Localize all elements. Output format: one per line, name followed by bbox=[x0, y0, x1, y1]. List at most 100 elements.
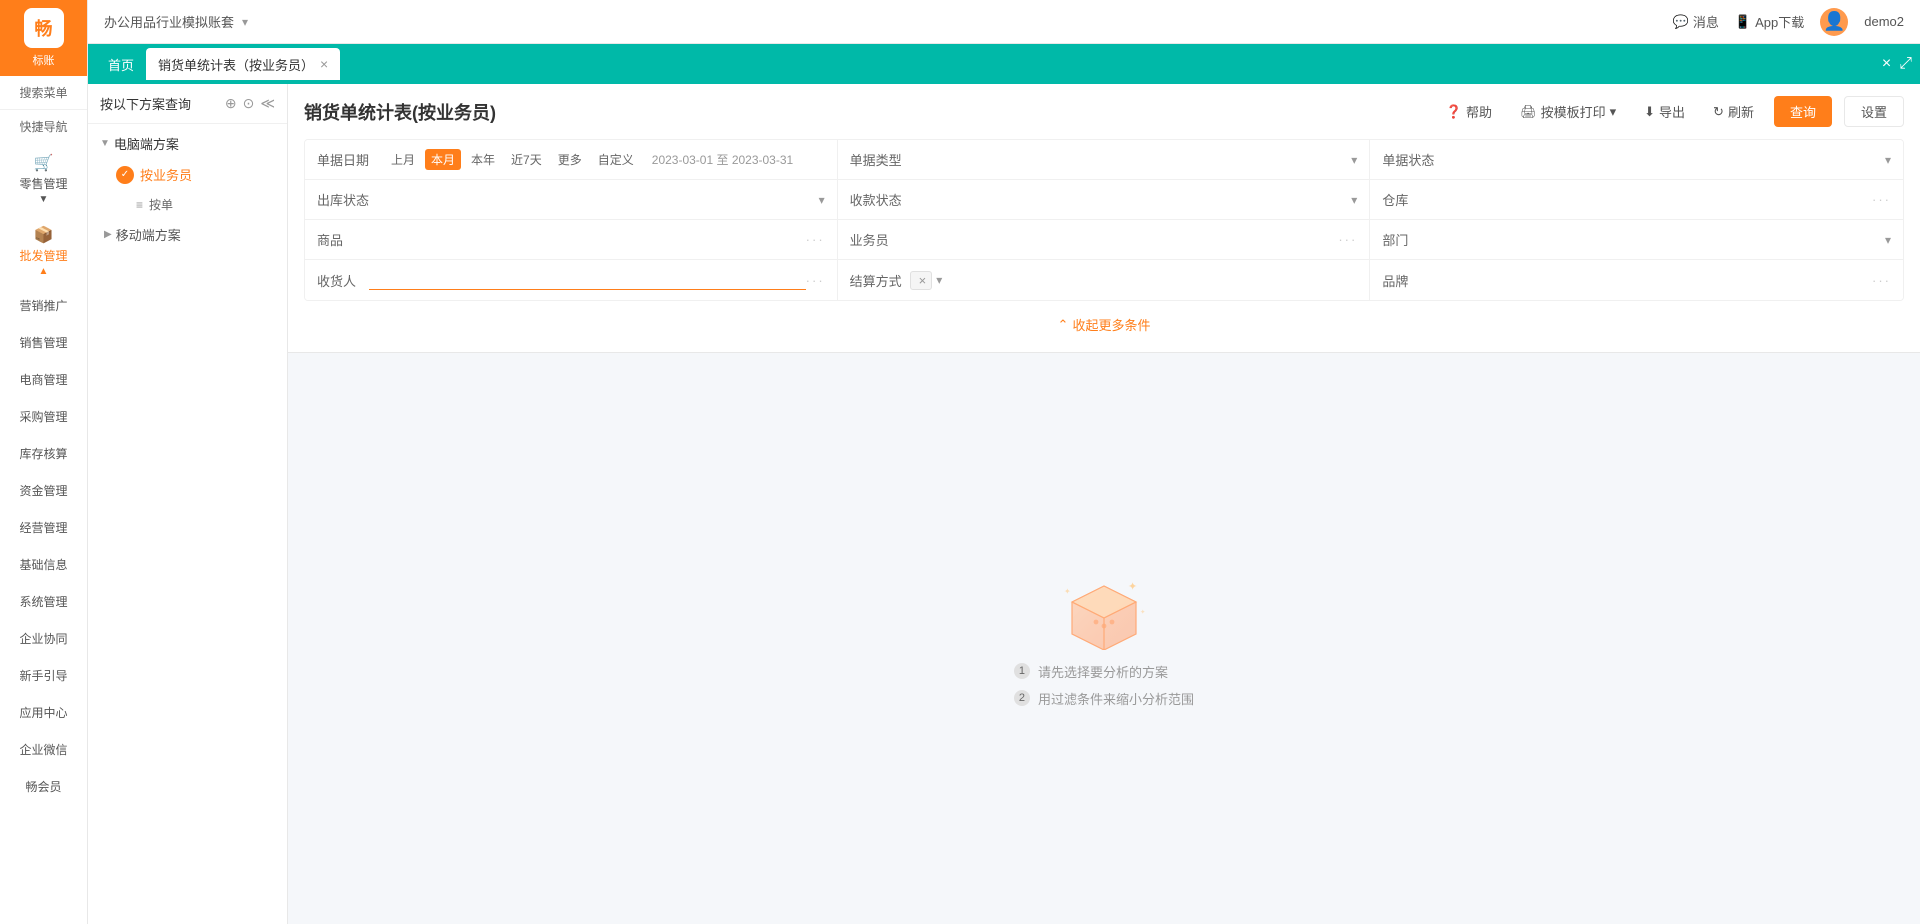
shortcut-nav[interactable]: 快捷导航 bbox=[0, 110, 87, 143]
collapse-panel-icon[interactable]: ≪ bbox=[260, 95, 275, 112]
product-select[interactable]: ··· bbox=[357, 232, 825, 247]
refresh-label: 刷新 bbox=[1728, 102, 1754, 121]
sidebar-item-ecommerce-label: 电商管理 bbox=[19, 371, 67, 388]
receiver-dots[interactable]: ··· bbox=[806, 273, 825, 288]
warehouse-dots[interactable]: ··· bbox=[1872, 192, 1891, 207]
tab-window-controls: × ⤢ bbox=[1874, 55, 1920, 73]
tab-home[interactable]: 首页 bbox=[96, 48, 146, 80]
left-panel-header: 按以下方案查询 ⊕ ⊙ ≪ bbox=[88, 84, 287, 124]
delivery-select[interactable]: ▾ bbox=[381, 193, 825, 207]
export-button[interactable]: ⬇ 导出 bbox=[1636, 98, 1693, 125]
receiver-input[interactable] bbox=[369, 270, 806, 290]
filter-delivery-cell2: 出库状态 ▾ bbox=[305, 180, 838, 220]
department-label: 部门 bbox=[1382, 230, 1414, 249]
warehouse-select[interactable]: ··· bbox=[1422, 192, 1891, 207]
sidebar-item-sales[interactable]: 销售管理 bbox=[0, 324, 87, 361]
user-avatar[interactable]: 👤 bbox=[1820, 8, 1848, 36]
sidebar-item-purchase[interactable]: 采购管理 bbox=[0, 398, 87, 435]
filter-grid: 单据日期 上月 本月 本年 近7天 更多 自定义 2023-03-01 至 20… bbox=[304, 139, 1904, 301]
left-panel-header-icons: ⊕ ⊙ ≪ bbox=[225, 95, 275, 112]
sidebar-logo[interactable]: 畅 标账 bbox=[0, 0, 87, 76]
sidebar-item-wholesale[interactable]: 📦 批发管理 ▲ bbox=[0, 215, 87, 287]
help-button[interactable]: ❓ 帮助 bbox=[1438, 98, 1500, 125]
tip-num-2: 2 bbox=[1014, 690, 1030, 706]
payment-arr: ▾ bbox=[1351, 193, 1357, 207]
top-header-dropdown[interactable]: ▾ bbox=[242, 15, 248, 29]
page-title-row: 销货单统计表(按业务员) ❓ 帮助 🖨 按模板打印 ▾ ⬇ bbox=[304, 96, 1904, 127]
filter-payment-cell2: 收款状态 ▾ bbox=[838, 180, 1371, 220]
message-action[interactable]: 💬 消息 bbox=[1673, 12, 1719, 31]
sidebar-item-member[interactable]: 畅会员 bbox=[0, 768, 87, 805]
doc-status-arr: ▾ bbox=[1885, 153, 1891, 167]
sidebar-item-finance[interactable]: 资金管理 bbox=[0, 472, 87, 509]
department-arr: ▾ bbox=[1885, 233, 1891, 247]
settings-scheme-icon[interactable]: ⊙ bbox=[243, 95, 255, 112]
doc-type-arr: ▾ bbox=[1351, 153, 1357, 167]
app-download-action[interactable]: 📱 App下载 bbox=[1735, 12, 1804, 31]
filter-product-cell2: 商品 ··· bbox=[305, 220, 838, 260]
sidebar-item-basic-label: 基础信息 bbox=[19, 556, 67, 573]
add-scheme-icon[interactable]: ⊕ bbox=[225, 95, 237, 112]
this-month-btn[interactable]: 本月 bbox=[425, 149, 461, 170]
logo-subtext: 标账 bbox=[33, 52, 55, 68]
product-dots[interactable]: ··· bbox=[806, 232, 825, 247]
sidebar-item-wechat[interactable]: 企业微信 bbox=[0, 731, 87, 768]
refresh-button[interactable]: ↻ 刷新 bbox=[1705, 98, 1762, 125]
sidebar-item-appstore[interactable]: 应用中心 bbox=[0, 694, 87, 731]
sidebar-item-member-label: 畅会员 bbox=[25, 778, 61, 795]
sidebar-item-system-label: 系统管理 bbox=[19, 593, 67, 610]
brand-dots[interactable]: ··· bbox=[1872, 273, 1891, 288]
sidebar-item-newbie[interactable]: 新手引导 bbox=[0, 657, 87, 694]
main-area: 办公用品行业模拟账套 ▾ 💬 消息 📱 App下载 👤 demo2 首页 销货单… bbox=[88, 0, 1920, 924]
scheme-sub-item-by-order[interactable]: ≡ 按单 bbox=[88, 190, 287, 219]
scheme-item-by-salesperson[interactable]: ✓ 按业务员 bbox=[88, 159, 287, 190]
scheme-group-desktop[interactable]: ▼ 电脑端方案 bbox=[88, 128, 287, 159]
prev-month-btn[interactable]: 上月 bbox=[385, 149, 421, 170]
brand-select[interactable]: ··· bbox=[1422, 273, 1891, 288]
payment-select[interactable]: ▾ bbox=[914, 193, 1358, 207]
user-name[interactable]: demo2 bbox=[1864, 14, 1904, 29]
template-print-button[interactable]: 🖨 按模板打印 ▾ bbox=[1512, 98, 1624, 125]
settlement-tag-close[interactable]: × bbox=[919, 273, 927, 288]
last7days-btn[interactable]: 近7天 bbox=[505, 149, 548, 170]
message-icon: 💬 bbox=[1673, 14, 1689, 30]
doc-status-select[interactable]: ▾ bbox=[1446, 153, 1891, 167]
salesperson-dots[interactable]: ··· bbox=[1338, 232, 1357, 247]
tab-close-button[interactable]: × bbox=[320, 57, 328, 71]
sidebar-item-system[interactable]: 系统管理 bbox=[0, 583, 87, 620]
scheme-sub-item-order-label: 按单 bbox=[149, 196, 173, 213]
custom-btn[interactable]: 自定义 bbox=[592, 149, 640, 170]
sidebar-item-enterprise-label: 企业协同 bbox=[19, 630, 67, 647]
sidebar-item-enterprise[interactable]: 企业协同 bbox=[0, 620, 87, 657]
settlement-label: 结算方式 bbox=[850, 271, 902, 290]
collapse-button[interactable]: ⌃ 收起更多条件 bbox=[304, 309, 1904, 340]
sidebar-item-marketing[interactable]: 营销推广 bbox=[0, 287, 87, 324]
tab-active[interactable]: 销货单统计表（按业务员） × bbox=[146, 48, 340, 80]
department-select[interactable]: ▾ bbox=[1422, 233, 1891, 247]
sidebar-nav: 🛒 零售管理 ▼ 📦 批发管理 ▲ 营销推广 销售管理 电商管理 采购管理 库存… bbox=[0, 143, 87, 924]
sidebar-item-inventory[interactable]: 库存核算 bbox=[0, 435, 87, 472]
filter-warehouse-cell2: 仓库 ··· bbox=[1370, 180, 1903, 220]
query-button[interactable]: 查询 bbox=[1774, 96, 1832, 127]
settlement-tag: × bbox=[910, 271, 933, 290]
tab-maximize-icon[interactable]: ⤢ bbox=[1899, 55, 1912, 73]
more-btn[interactable]: 更多 bbox=[552, 149, 588, 170]
sidebar-item-retail-label: 零售管理 bbox=[19, 175, 67, 192]
scheme-group-mobile[interactable]: ▶ 移动端方案 bbox=[88, 219, 287, 250]
sidebar-item-operation[interactable]: 经营管理 bbox=[0, 509, 87, 546]
sidebar-item-inventory-label: 库存核算 bbox=[19, 445, 67, 462]
this-year-btn[interactable]: 本年 bbox=[465, 149, 501, 170]
sidebar-item-ecommerce[interactable]: 电商管理 bbox=[0, 361, 87, 398]
delivery-arr: ▾ bbox=[819, 193, 825, 207]
search-menu[interactable]: 搜索菜单 bbox=[0, 76, 87, 110]
template-print-label: 按模板打印 bbox=[1541, 102, 1606, 121]
sidebar-item-basic[interactable]: 基础信息 bbox=[0, 546, 87, 583]
desktop-scheme-label: 电脑端方案 bbox=[114, 134, 179, 153]
salesperson-select[interactable]: ··· bbox=[902, 232, 1358, 247]
sidebar-item-operation-label: 经营管理 bbox=[19, 519, 67, 536]
empty-tip-1: 1 请先选择要分析的方案 bbox=[1014, 662, 1194, 681]
sidebar-item-retail[interactable]: 🛒 零售管理 ▼ bbox=[0, 143, 87, 215]
tab-close-window-icon[interactable]: × bbox=[1882, 55, 1891, 73]
doc-type-select[interactable]: ▾ bbox=[914, 153, 1358, 167]
settings-button[interactable]: 设置 bbox=[1844, 96, 1904, 127]
